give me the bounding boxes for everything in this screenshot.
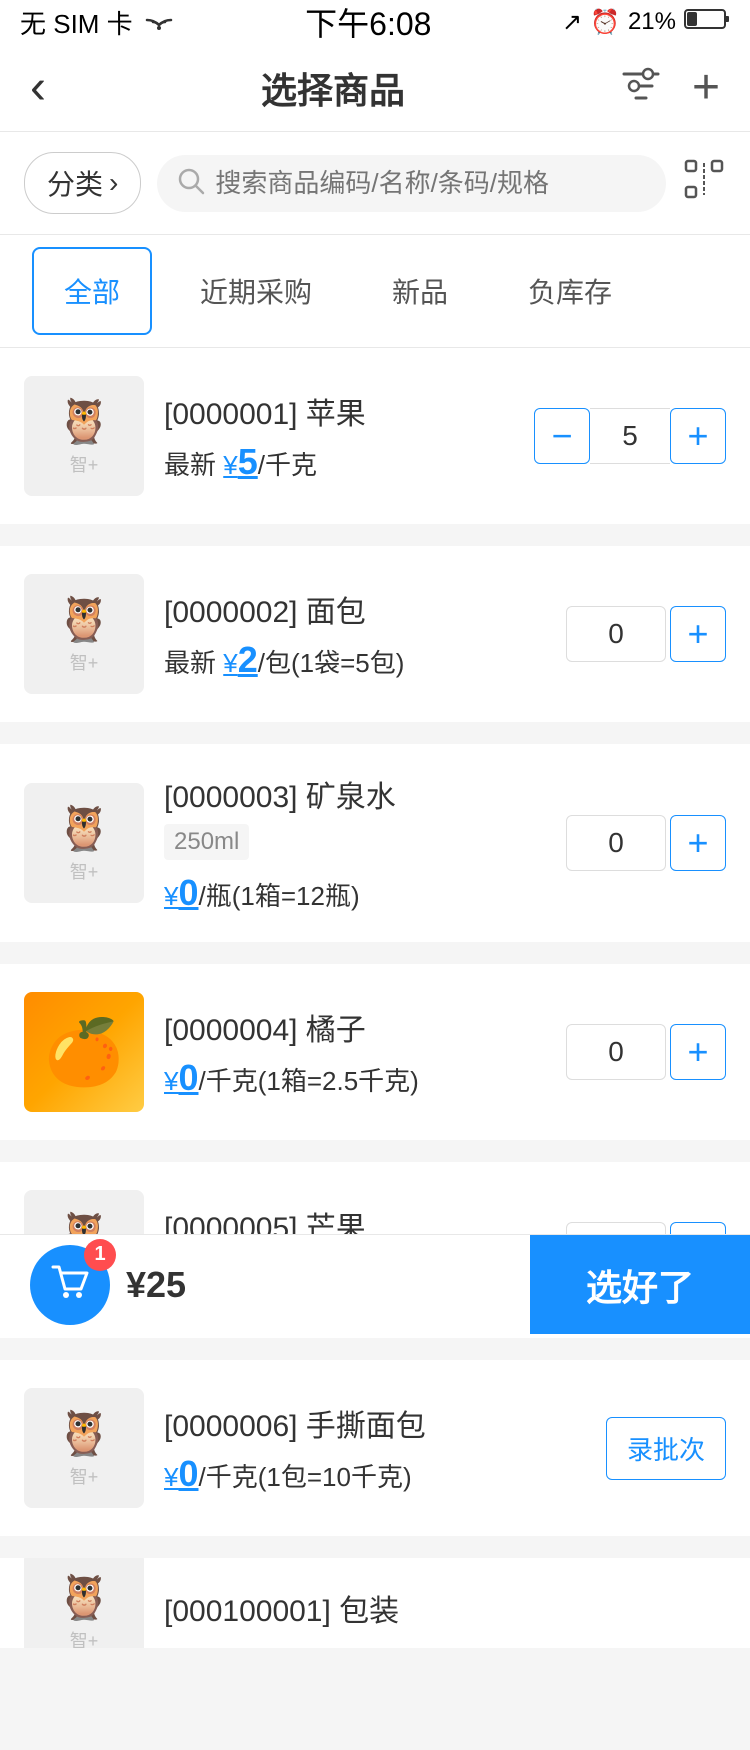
page-title: 选择商品 [261,62,405,114]
product-price: 最新 ¥5/千克 [164,441,514,483]
cart-badge: 1 [84,1239,116,1271]
tab-new[interactable]: 新品 [360,247,480,335]
product-name: [0000006] 手撕面包 [164,1401,586,1445]
quantity-input[interactable] [566,606,666,662]
product-thumbnail: 🍊 [24,992,144,1112]
product-name: [000100001] 包装 [164,1586,726,1630]
product-thumbnail: 🦉 智+ [24,1558,144,1648]
placeholder-owl-icon: 🦉 [57,593,112,645]
product-info: [0000002] 面包 最新 ¥2/包(1袋=5包) [164,587,546,681]
alarm-icon: ⏰ [590,8,620,37]
product-info: [0000001] 苹果 最新 ¥5/千克 [164,389,514,483]
quantity-control: − + [534,408,726,464]
product-thumbnail: 🦉 智+ [24,376,144,496]
product-name: [0000003] 矿泉水 [164,772,546,816]
product-item: 🦉 智+ [0000006] 手撕面包 ¥0/千克(1包=10千克) 录批次 [0,1360,750,1536]
chevron-right-icon: › [109,167,118,199]
scan-icon[interactable] [682,157,726,210]
nav-bar: ‹ 选择商品 + [0,44,750,132]
quantity-input[interactable] [566,815,666,871]
placeholder-owl-icon: 🦉 [57,1407,112,1459]
filter-bar: 分类 › [0,132,750,235]
filter-icon[interactable] [620,66,662,109]
placeholder-owl-icon: 🦉 [57,1571,112,1623]
product-item: 🍊 [0000004] 橘子 ¥0/千克(1箱=2.5千克) + [0,964,750,1140]
wifi-icon [143,7,175,38]
product-price: ¥0/千克(1箱=2.5千克) [164,1057,546,1099]
status-time: 下午6:08 [305,0,431,45]
category-button[interactable]: 分类 › [24,152,141,214]
placeholder-owl-icon: 🦉 [57,802,112,854]
product-price: ¥0/瓶(1箱=12瓶) [164,872,546,914]
add-icon[interactable]: + [692,60,720,115]
tab-all[interactable]: 全部 [32,247,152,335]
quantity-increase-button[interactable]: + [670,1024,726,1080]
back-button[interactable]: ‹ [30,60,46,115]
product-item: 🦉 智+ [000100001] 包装 [0,1558,750,1648]
product-name: [0000001] 苹果 [164,389,514,433]
product-thumbnail: 🦉 智+ [24,1388,144,1508]
status-left: 无 SIM 卡 [20,4,175,41]
cart-button[interactable]: 1 [30,1245,110,1325]
category-label: 分类 [47,163,103,203]
quantity-control: + [566,815,726,871]
product-thumbnail: 🦉 智+ [24,783,144,903]
quantity-input[interactable] [590,408,670,464]
quantity-increase-button[interactable]: + [670,815,726,871]
quantity-control: + [566,606,726,662]
quantity-decrease-button[interactable]: − [534,408,590,464]
battery-percent: 21% [628,8,676,36]
search-icon [177,167,205,200]
battery-icon [684,7,730,38]
search-wrap [157,155,666,212]
product-info: [0000003] 矿泉水 250ml ¥0/瓶(1箱=12瓶) [164,772,546,914]
cart-section: 1 ¥25 [0,1245,530,1325]
quantity-input[interactable] [566,1024,666,1080]
product-item: 🦉 智+ [0000002] 面包 最新 ¥2/包(1袋=5包) + [0,546,750,722]
product-item: 🦉 智+ [0000003] 矿泉水 250ml ¥0/瓶(1箱=12瓶) + [0,744,750,942]
cart-total: ¥25 [126,1264,186,1306]
product-name: [0000002] 面包 [164,587,546,631]
product-info: [0000004] 橘子 ¥0/千克(1箱=2.5千克) [164,1005,546,1099]
product-price: 最新 ¥2/包(1袋=5包) [164,639,546,681]
product-name: [0000004] 橘子 [164,1005,546,1049]
status-bar: 无 SIM 卡 下午6:08 ↗ ⏰ 21% [0,0,750,44]
product-thumbnail: 🦉 智+ [24,574,144,694]
product-list: 🦉 智+ [0000001] 苹果 最新 ¥5/千克 − + 🦉 智+ [ [0,348,750,1750]
search-input[interactable] [215,168,646,199]
quantity-increase-button[interactable]: + [670,606,726,662]
bottom-bar: 1 ¥25 选好了 [0,1234,750,1334]
location-icon: ↗ [562,8,582,37]
tab-negative[interactable]: 负库存 [496,247,644,335]
tab-recent[interactable]: 近期采购 [168,247,344,335]
product-spec: 250ml [164,824,249,860]
quantity-control: + [566,1024,726,1080]
nav-actions: + [620,60,720,115]
confirm-button[interactable]: 选好了 [530,1235,750,1334]
product-item: 🦉 智+ [0000001] 苹果 最新 ¥5/千克 − + [0,348,750,524]
placeholder-owl-icon: 🦉 [57,395,112,447]
tab-bar: 全部 近期采购 新品 负库存 [0,235,750,348]
product-price: ¥0/千克(1包=10千克) [164,1453,586,1495]
product-info: [0000006] 手撕面包 ¥0/千克(1包=10千克) [164,1401,586,1495]
quantity-increase-button[interactable]: + [670,408,726,464]
sim-status: 无 SIM 卡 [20,4,133,41]
product-info: [000100001] 包装 [164,1586,726,1638]
cart-icon [49,1263,91,1306]
status-right: ↗ ⏰ 21% [562,7,730,38]
record-batch-button[interactable]: 录批次 [606,1417,726,1480]
